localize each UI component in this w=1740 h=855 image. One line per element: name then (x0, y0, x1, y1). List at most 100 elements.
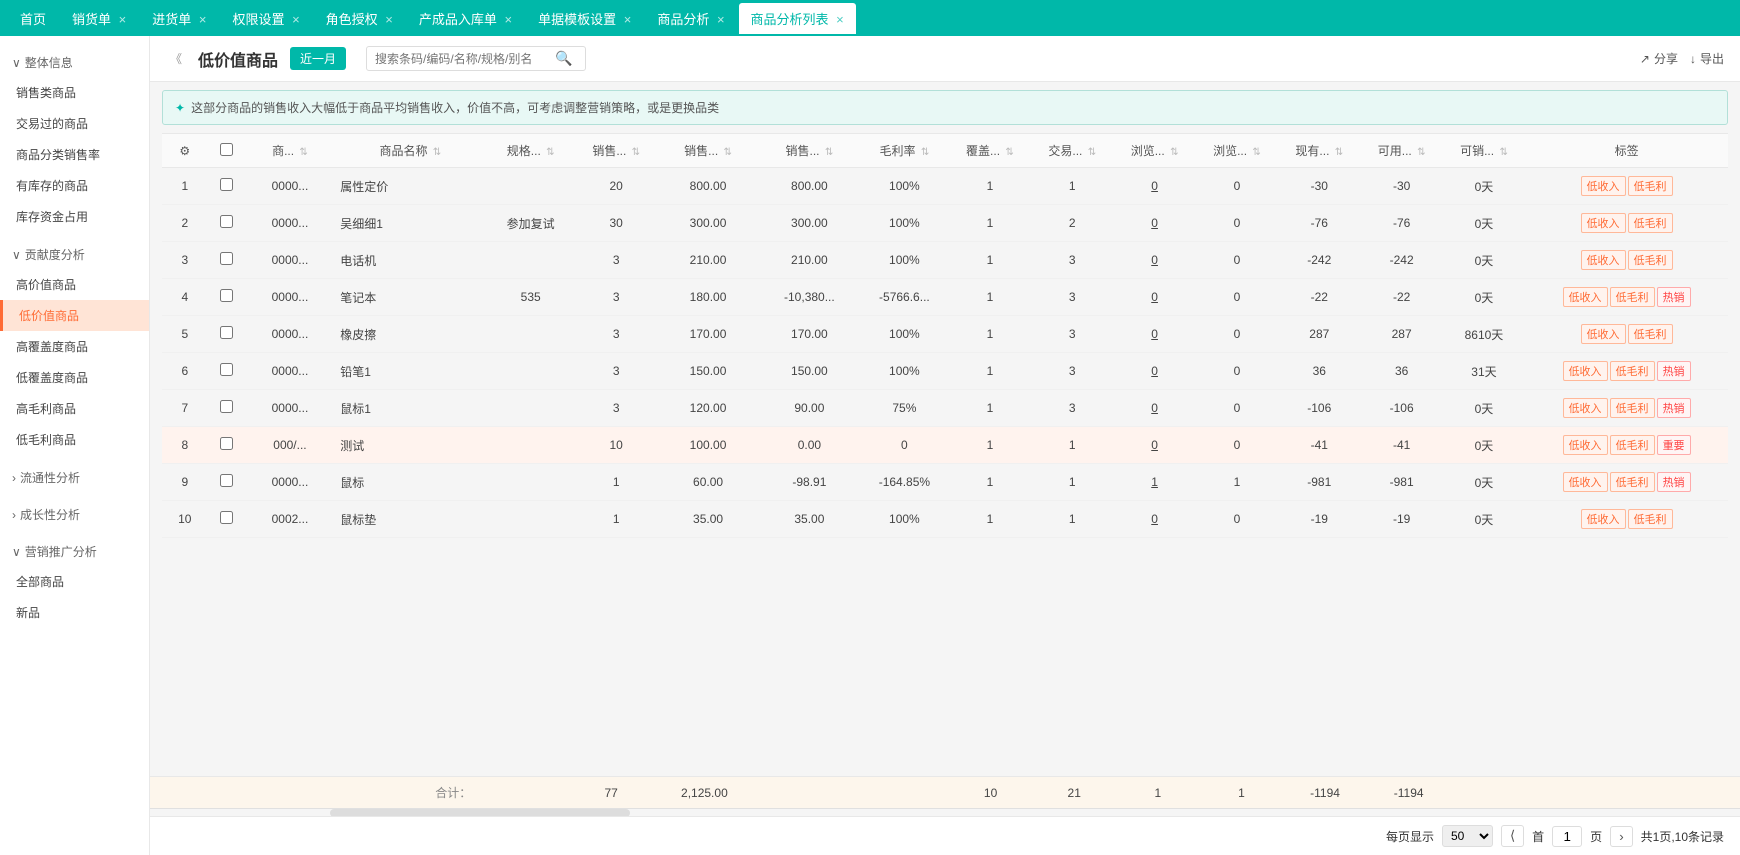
sidebar-item-category-rate[interactable]: 商品分类销售率 (0, 139, 149, 170)
row-spec (486, 168, 575, 205)
share-button[interactable]: ↗ 分享 (1640, 50, 1678, 67)
th-browse2[interactable]: 浏览... ⇅ (1196, 134, 1278, 168)
th-code[interactable]: 商... ⇅ (246, 134, 335, 168)
row-checkbox[interactable] (220, 178, 233, 191)
row-checkbox[interactable] (220, 437, 233, 450)
next-page-button[interactable]: › (1610, 826, 1632, 847)
browse-link[interactable]: 0 (1151, 290, 1158, 304)
close-icon[interactable]: × (836, 12, 844, 27)
browse-link[interactable]: 0 (1151, 512, 1158, 526)
sidebar-section-title-growth[interactable]: › 成长性分析 (0, 500, 149, 529)
row-saleable: 0天 (1443, 168, 1525, 205)
sidebar-item-stock-capital[interactable]: 库存资金占用 (0, 201, 149, 232)
th-sales-profit[interactable]: 销售... ⇅ (759, 134, 860, 168)
browse-link[interactable]: 0 (1151, 364, 1158, 378)
nav-template[interactable]: 单据模板设置 × (526, 3, 643, 34)
sidebar-item-stock-goods[interactable]: 有库存的商品 (0, 170, 149, 201)
row-checkbox[interactable] (220, 511, 233, 524)
sidebar-item-traded-goods[interactable]: 交易过的商品 (0, 108, 149, 139)
select-all-checkbox[interactable] (220, 143, 233, 156)
nav-goods-analysis-list[interactable]: 商品分析列表 × (739, 3, 856, 34)
browse-link[interactable]: 0 (1151, 253, 1158, 267)
nav-home[interactable]: 首页 (8, 3, 58, 34)
row-sales-qty: 3 (575, 279, 657, 316)
row-checkbox[interactable] (220, 215, 233, 228)
row-tags: 低收入低毛利 (1525, 168, 1728, 205)
sidebar-section-title-contribution[interactable]: ∨ 贡献度分析 (0, 240, 149, 269)
sidebar-item-low-value[interactable]: 低价值商品 (0, 300, 149, 331)
th-sales-amount[interactable]: 销售... ⇅ (657, 134, 758, 168)
row-checkbox[interactable] (220, 326, 233, 339)
row-browse1: 0 (1113, 390, 1195, 427)
row-trade: 1 (1031, 464, 1113, 501)
browse-link[interactable]: 0 (1151, 401, 1158, 415)
sidebar-item-high-value[interactable]: 高价值商品 (0, 269, 149, 300)
sidebar-item-sales-goods[interactable]: 销售类商品 (0, 77, 149, 108)
sidebar-section-growth: › 成长性分析 (0, 496, 149, 533)
nav-permission[interactable]: 权限设置 × (220, 3, 311, 34)
row-tags: 低收入低毛利热销 (1525, 464, 1728, 501)
close-icon[interactable]: × (624, 12, 632, 27)
tag: 低收入 (1563, 361, 1608, 381)
row-checkbox[interactable] (220, 289, 233, 302)
row-available: -19 (1360, 501, 1442, 538)
close-icon[interactable]: × (717, 12, 725, 27)
sidebar-item-low-profit[interactable]: 低毛利商品 (0, 424, 149, 455)
browse-link[interactable]: 0 (1151, 327, 1158, 341)
row-saleable: 0天 (1443, 205, 1525, 242)
th-settings[interactable]: ⚙ (162, 134, 208, 168)
first-page-button[interactable]: ⟨ (1501, 825, 1524, 847)
th-browse1[interactable]: 浏览... ⇅ (1113, 134, 1195, 168)
sidebar-section-title-circulation[interactable]: › 流通性分析 (0, 463, 149, 492)
th-spec[interactable]: 规格... ⇅ (486, 134, 575, 168)
search-input[interactable] (375, 52, 555, 66)
nav-purchase-order[interactable]: 进货单 × (140, 3, 218, 34)
search-icon[interactable]: 🔍 (555, 50, 572, 67)
sidebar-item-all-goods[interactable]: 全部商品 (0, 566, 149, 597)
data-table: ⚙ 商... ⇅ 商品名称 ⇅ 规格... ⇅ 销售... ⇅ 销售... ⇅ … (162, 133, 1728, 538)
close-icon[interactable]: × (292, 12, 300, 27)
th-name[interactable]: 商品名称 ⇅ (334, 134, 486, 168)
nav-role-auth[interactable]: 角色授权 × (314, 3, 405, 34)
tag: 低毛利 (1628, 213, 1673, 233)
row-checkbox[interactable] (220, 363, 233, 376)
tag: 热销 (1657, 398, 1691, 418)
browse-link[interactable]: 0 (1151, 216, 1158, 230)
page-size-select[interactable]: 50 100 200 (1442, 825, 1493, 847)
close-icon[interactable]: × (199, 12, 207, 27)
th-sales-qty[interactable]: 销售... ⇅ (575, 134, 657, 168)
browse-link[interactable]: 1 (1151, 475, 1158, 489)
nav-goods-analysis[interactable]: 商品分析 × (645, 3, 736, 34)
row-sales-profit: 300.00 (759, 205, 860, 242)
date-filter-button[interactable]: 近一月 (290, 47, 346, 70)
sidebar-section-title-marketing[interactable]: ∨ 营销推广分析 (0, 537, 149, 566)
close-icon[interactable]: × (385, 12, 393, 27)
row-checkbox[interactable] (220, 400, 233, 413)
row-spec (486, 242, 575, 279)
nav-product-inbound[interactable]: 产成品入库单 × (407, 3, 524, 34)
sidebar-section-title-overview[interactable]: ∨ 整体信息 (0, 48, 149, 77)
sidebar-item-high-profit[interactable]: 高毛利商品 (0, 393, 149, 424)
export-button[interactable]: ↓ 导出 (1690, 50, 1724, 67)
th-coverage[interactable]: 覆盖... ⇅ (949, 134, 1031, 168)
th-current-stock[interactable]: 现有... ⇅ (1278, 134, 1360, 168)
current-page-input[interactable] (1552, 826, 1582, 847)
th-gross-margin[interactable]: 毛利率 ⇅ (860, 134, 949, 168)
sidebar-item-new-goods[interactable]: 新品 (0, 597, 149, 628)
browse-link[interactable]: 0 (1151, 179, 1158, 193)
row-sales-profit: 170.00 (759, 316, 860, 353)
row-checkbox[interactable] (220, 252, 233, 265)
close-icon[interactable]: × (505, 12, 513, 27)
browse-link[interactable]: 0 (1151, 438, 1158, 452)
row-checkbox[interactable] (220, 474, 233, 487)
tag: 低毛利 (1628, 509, 1673, 529)
th-available[interactable]: 可用... ⇅ (1360, 134, 1442, 168)
th-trade[interactable]: 交易... ⇅ (1031, 134, 1113, 168)
th-saleable[interactable]: 可销... ⇅ (1443, 134, 1525, 168)
sidebar-item-low-coverage[interactable]: 低覆盖度商品 (0, 362, 149, 393)
sidebar-item-high-coverage[interactable]: 高覆盖度商品 (0, 331, 149, 362)
row-browse2: 1 (1196, 464, 1278, 501)
collapse-sidebar-button[interactable]: 《 (166, 46, 186, 71)
nav-sales-order[interactable]: 销货单 × (60, 3, 138, 34)
close-icon[interactable]: × (119, 12, 127, 27)
